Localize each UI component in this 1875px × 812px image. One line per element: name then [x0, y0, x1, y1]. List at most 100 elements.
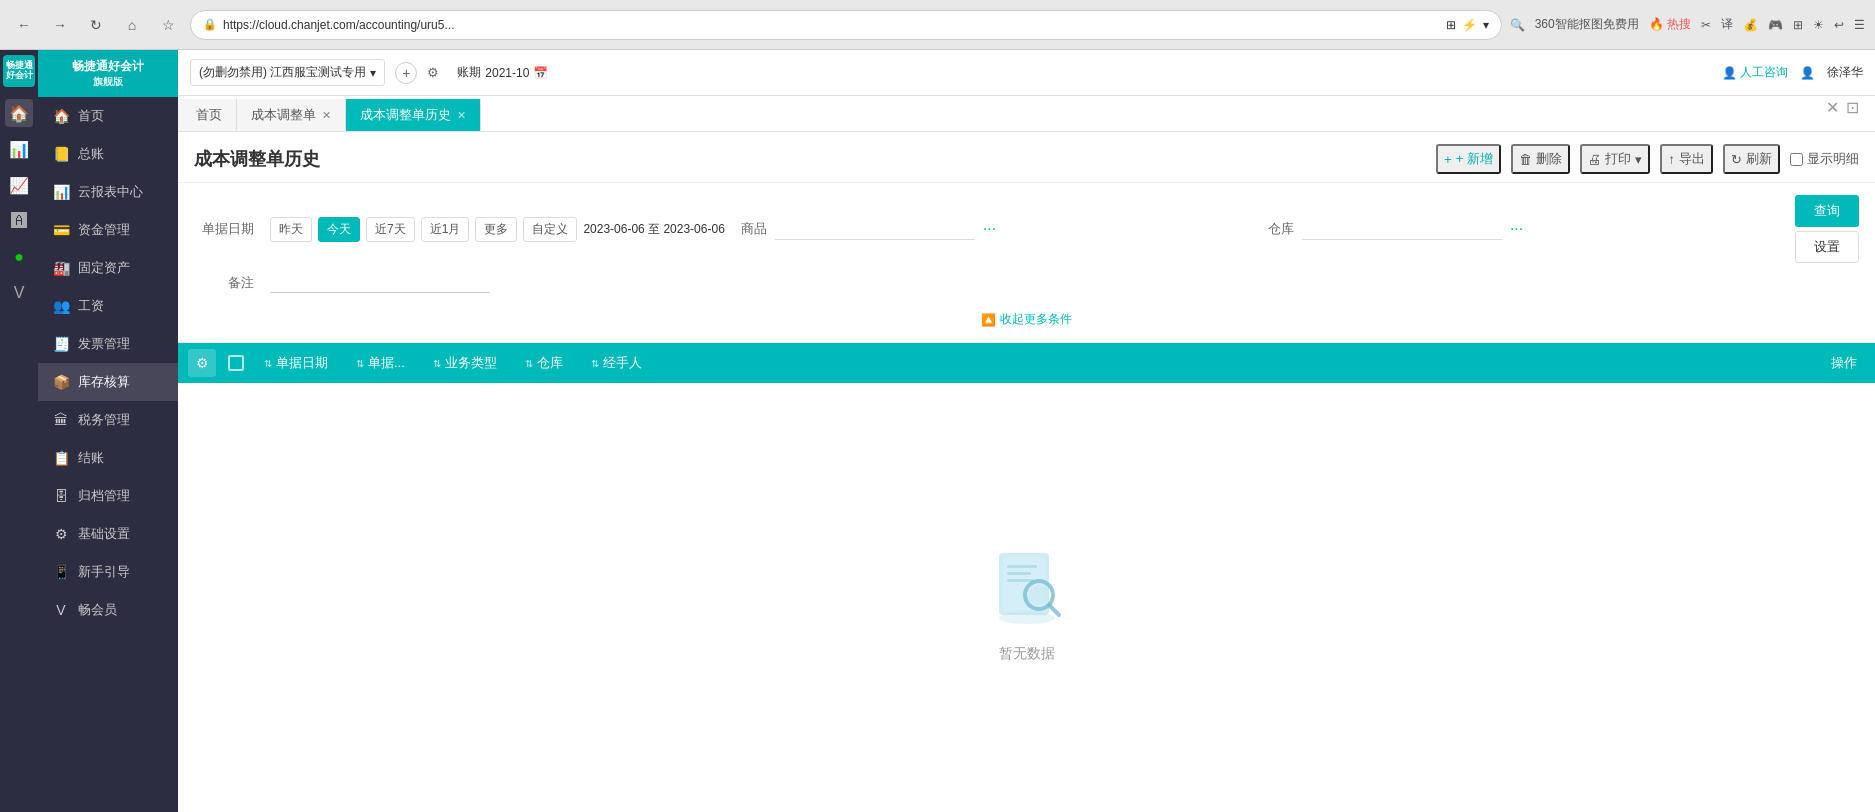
date-btn-yesterday[interactable]: 昨天	[270, 217, 312, 242]
top-header: (勿删勿禁用) 江西服宝测试专用 ▾ + ⚙ 账期 2021-10 📅 👤 人工…	[178, 50, 1875, 96]
display-toggle-checkbox[interactable]	[1790, 153, 1803, 166]
col-doc-no[interactable]: ⇅ 单据...	[348, 354, 413, 372]
sidebar-item-guide[interactable]: 📱 新手引导	[38, 553, 178, 591]
extra-icon3[interactable]: V	[5, 279, 33, 307]
sidebar: 畅捷通好会计 旗舰版 🏠 首页 📒 总账 📊 云报表中心 💳 资金管理 🏭 固定…	[38, 50, 178, 812]
sort-icon-biz: ⇅	[433, 358, 441, 369]
date-btn-today[interactable]: 今天	[318, 217, 360, 242]
note-label: 备注	[194, 274, 254, 292]
sidebar-item-settings[interactable]: ⚙ 基础设置	[38, 515, 178, 553]
close-window-button[interactable]: ✕	[1826, 98, 1839, 117]
sidebar-item-assets[interactable]: 🏭 固定资产	[38, 249, 178, 287]
home-icon[interactable]: 🏠	[5, 99, 33, 127]
expand-button[interactable]: ⊡	[1846, 98, 1859, 117]
col-ops: 操作	[1823, 354, 1865, 372]
filter-row-date: 单据日期 昨天 今天 近7天 近1月 更多 自定义 2023-06-06 至 2…	[194, 195, 1859, 263]
date-range: 2023-06-06 至 2023-06-06	[583, 221, 724, 238]
sidebar-item-invoice[interactable]: 🧾 发票管理	[38, 325, 178, 363]
col-doc-label: 单据...	[368, 354, 405, 372]
coin-icon: 💰	[1743, 18, 1758, 32]
goods-dots-btn[interactable]: ···	[983, 220, 996, 238]
settings-icon[interactable]: ⚙	[427, 65, 439, 80]
warehouse-label: 仓库	[1268, 220, 1294, 238]
note-input[interactable]	[270, 273, 490, 293]
service-link[interactable]: 👤 人工咨询	[1722, 64, 1788, 81]
sort-icon-wh: ⇅	[525, 358, 533, 369]
col-handler[interactable]: ⇅ 经手人	[583, 354, 650, 372]
col-warehouse[interactable]: ⇅ 仓库	[517, 354, 571, 372]
extra-icon1[interactable]: 🅰	[5, 207, 33, 235]
sidebar-item-tax[interactable]: 🏛 税务管理	[38, 401, 178, 439]
sidebar-item-salary[interactable]: 👥 工资	[38, 287, 178, 325]
tab-home[interactable]: 首页	[178, 99, 237, 131]
warehouse-dots-btn[interactable]: ···	[1510, 220, 1523, 238]
query-button[interactable]: 查询	[1795, 195, 1859, 227]
warehouse-input[interactable]	[1302, 218, 1502, 240]
address-bar[interactable]: 🔒 https://cloud.chanjet.com/accounting/u…	[190, 10, 1502, 40]
svg-line-8	[1049, 605, 1059, 615]
tab-cost-adjust-history-close[interactable]: ✕	[457, 109, 466, 122]
calendar-icon[interactable]: 📅	[533, 66, 548, 80]
main-content: (勿删勿禁用) 江西服宝测试专用 ▾ + ⚙ 账期 2021-10 📅 👤 人工…	[178, 50, 1875, 812]
sidebar-item-home[interactable]: 🏠 首页	[38, 97, 178, 135]
date-btn-custom[interactable]: 自定义	[523, 217, 577, 242]
report-icon[interactable]: 📈	[5, 171, 33, 199]
date-filter-label: 单据日期	[194, 220, 254, 238]
empty-state: 暂无数据	[178, 383, 1875, 812]
page-actions: + + 新增 🗑 删除 🖨 打印 ▾ ↑ 导出	[1436, 144, 1859, 174]
date-btn-1month[interactable]: 近1月	[421, 217, 470, 242]
funds-nav-icon: 💳	[52, 222, 70, 238]
sidebar-tax-label: 税务管理	[78, 411, 130, 429]
sidebar-item-archive[interactable]: 🗄 归档管理	[38, 477, 178, 515]
sidebar-item-ledger[interactable]: 📒 总账	[38, 135, 178, 173]
export-label: 导出	[1679, 150, 1705, 168]
scissors-icon: ✂	[1701, 18, 1711, 32]
delete-button[interactable]: 🗑 删除	[1511, 144, 1570, 174]
table-select-all-checkbox[interactable]	[228, 355, 244, 371]
guide-nav-icon: 📱	[52, 564, 70, 580]
period-label: 账期	[457, 64, 481, 81]
company-dropdown-icon: ▾	[370, 66, 376, 80]
sidebar-item-inventory[interactable]: 📦 库存核算	[38, 363, 178, 401]
tab-home-label: 首页	[196, 106, 222, 124]
table-settings-button[interactable]: ⚙	[188, 349, 216, 377]
close-nav-icon: 📋	[52, 450, 70, 466]
home-button[interactable]: ⌂	[118, 11, 146, 39]
star-button[interactable]: ☆	[154, 11, 182, 39]
forward-button[interactable]: →	[46, 11, 74, 39]
goods-label: 商品	[741, 220, 767, 238]
print-button[interactable]: 🖨 打印 ▾	[1580, 144, 1650, 174]
date-btn-7days[interactable]: 近7天	[366, 217, 415, 242]
accounting-period: 账期 2021-10 📅	[457, 64, 548, 81]
col-date[interactable]: ⇅ 单据日期	[256, 354, 336, 372]
extra-icon2[interactable]: ●	[5, 243, 33, 271]
empty-svg	[977, 533, 1077, 633]
tab-cost-adjust-history[interactable]: 成本调整单历史 ✕	[346, 99, 481, 131]
add-company-button[interactable]: +	[395, 62, 417, 84]
set-button[interactable]: 设置	[1795, 231, 1859, 263]
sidebar-item-funds[interactable]: 💳 资金管理	[38, 211, 178, 249]
service-label: 人工咨询	[1740, 64, 1788, 81]
collapse-bar[interactable]: 🔼 收起更多条件	[194, 303, 1859, 330]
user-name: 徐泽华	[1827, 64, 1863, 81]
sidebar-item-member[interactable]: V 畅会员	[38, 591, 178, 629]
tab-cost-adjust-close[interactable]: ✕	[322, 109, 331, 122]
refresh-button[interactable]: ↻	[82, 11, 110, 39]
svg-rect-3	[1007, 565, 1037, 568]
date-btn-more[interactable]: 更多	[475, 217, 517, 242]
display-toggle[interactable]: 显示明细	[1790, 150, 1859, 168]
tab-cost-adjust[interactable]: 成本调整单 ✕	[237, 99, 346, 131]
col-biz-type[interactable]: ⇅ 业务类型	[425, 354, 505, 372]
goods-input[interactable]	[775, 218, 975, 240]
sidebar-item-report[interactable]: 📊 云报表中心	[38, 173, 178, 211]
sidebar-member-label: 畅会员	[78, 601, 117, 619]
sidebar-item-close[interactable]: 📋 结账	[38, 439, 178, 477]
export-button[interactable]: ↑ 导出	[1660, 144, 1713, 174]
ledger-icon[interactable]: 📊	[5, 135, 33, 163]
add-button[interactable]: + + 新增	[1436, 144, 1501, 174]
refresh-button[interactable]: ↻ 刷新	[1723, 144, 1780, 174]
back-button[interactable]: ←	[10, 11, 38, 39]
sort-icon-handler: ⇅	[591, 358, 599, 369]
sidebar-salary-label: 工资	[78, 297, 104, 315]
company-selector[interactable]: (勿删勿禁用) 江西服宝测试专用 ▾	[190, 59, 385, 86]
